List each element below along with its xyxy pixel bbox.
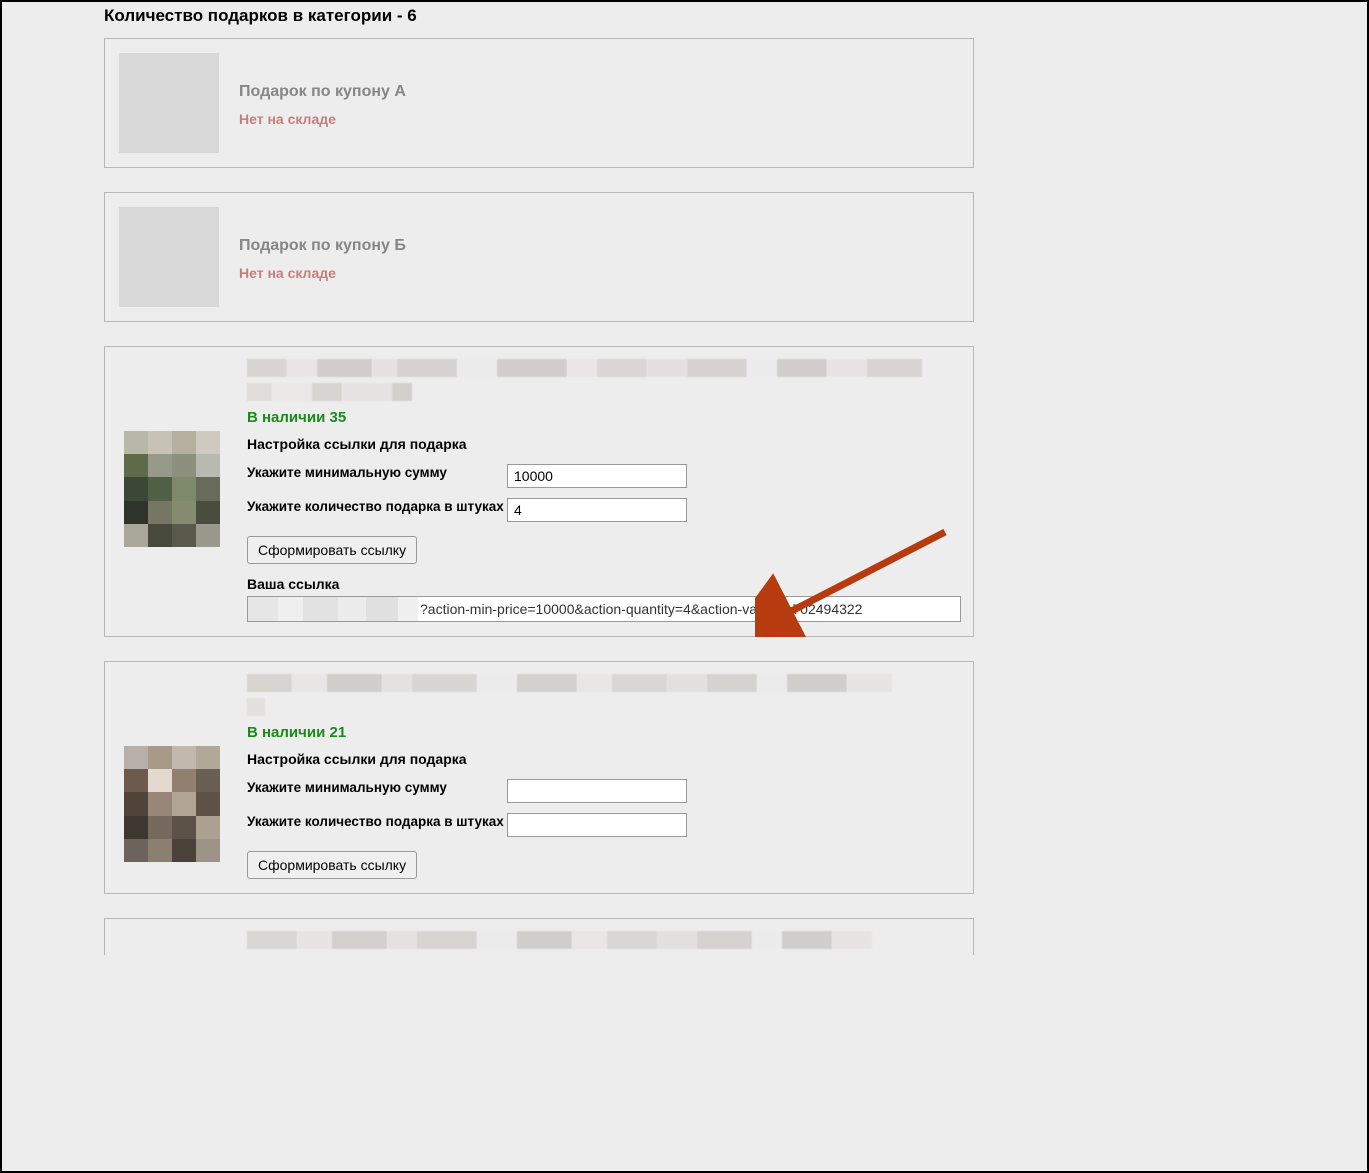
gift-card-detailed: В наличии 21 Настройка ссылки для подарк… (104, 661, 974, 894)
link-prefix-blurred (248, 597, 418, 621)
link-output-field[interactable]: ?action-min-price=10000&action-quantity=… (247, 596, 961, 622)
stock-status-in: В наличии 21 (247, 724, 961, 741)
gift-card-detailed (104, 918, 974, 955)
gift-card-simple: Подарок по купону А Нет на складе (104, 38, 974, 168)
field-row-qty: Укажите количество подарка в штуках (247, 498, 961, 522)
gift-thumbnail-blurred (124, 746, 220, 862)
stock-status-in: В наличии 35 (247, 409, 961, 426)
field-row-qty: Укажите количество подарка в штуках (247, 813, 961, 837)
stock-status-out: Нет на складе (239, 111, 959, 127)
qty-label: Укажите количество подарка в штуках (247, 813, 507, 831)
qty-label: Укажите количество подарка в штуках (247, 498, 507, 516)
field-row-min-sum: Укажите минимальную сумму (247, 779, 961, 803)
gift-subtitle-blurred (247, 698, 961, 716)
page-title: Количество подарков в категории - 6 (104, 6, 1343, 26)
link-settings-heading: Настройка ссылки для подарка (247, 751, 961, 767)
gift-card-detailed: В наличии 35 Настройка ссылки для подарк… (104, 346, 974, 637)
gift-thumbnail-col (117, 931, 227, 941)
gift-subtitle-blurred (247, 383, 961, 401)
gift-thumbnail-placeholder (119, 53, 219, 153)
min-sum-label: Укажите минимальную сумму (247, 779, 507, 797)
gift-title-blurred (247, 931, 961, 949)
gift-title: Подарок по купону Б (239, 237, 959, 255)
qty-input[interactable] (507, 813, 687, 837)
gift-thumbnail-blurred (124, 431, 220, 547)
link-settings-heading: Настройка ссылки для подарка (247, 436, 961, 452)
cards-container: Подарок по купону А Нет на складе Подаро… (104, 38, 974, 955)
qty-input[interactable] (507, 498, 687, 522)
link-output-text: ?action-min-price=10000&action-quantity=… (418, 601, 862, 617)
gift-settings-col: В наличии 21 Настройка ссылки для подарк… (247, 674, 961, 879)
gift-settings-col: В наличии 35 Настройка ссылки для подарк… (247, 359, 961, 622)
gift-settings-col (247, 931, 961, 955)
link-label: Ваша ссылка (247, 576, 961, 592)
min-sum-input[interactable] (507, 464, 687, 488)
gift-title-blurred (247, 359, 961, 377)
link-section: Ваша ссылка ?action-min-price=10000&acti… (247, 576, 961, 622)
gift-title: Подарок по купону А (239, 83, 959, 101)
generate-link-button[interactable]: Сформировать ссылку (247, 536, 417, 564)
gift-thumbnail-col (117, 674, 227, 862)
field-row-min-sum: Укажите минимальную сумму (247, 464, 961, 488)
page-frame: Количество подарков в категории - 6 Пода… (0, 0, 1369, 1173)
generate-link-button[interactable]: Сформировать ссылку (247, 851, 417, 879)
gift-card-content: Подарок по купону А Нет на складе (239, 53, 959, 153)
min-sum-input[interactable] (507, 779, 687, 803)
stock-status-out: Нет на складе (239, 265, 959, 281)
gift-card-simple: Подарок по купону Б Нет на складе (104, 192, 974, 322)
gift-thumbnail-col (117, 359, 227, 547)
gift-title-blurred (247, 674, 961, 692)
gift-thumbnail-placeholder (119, 207, 219, 307)
gift-card-content: Подарок по купону Б Нет на складе (239, 207, 959, 307)
min-sum-label: Укажите минимальную сумму (247, 464, 507, 482)
